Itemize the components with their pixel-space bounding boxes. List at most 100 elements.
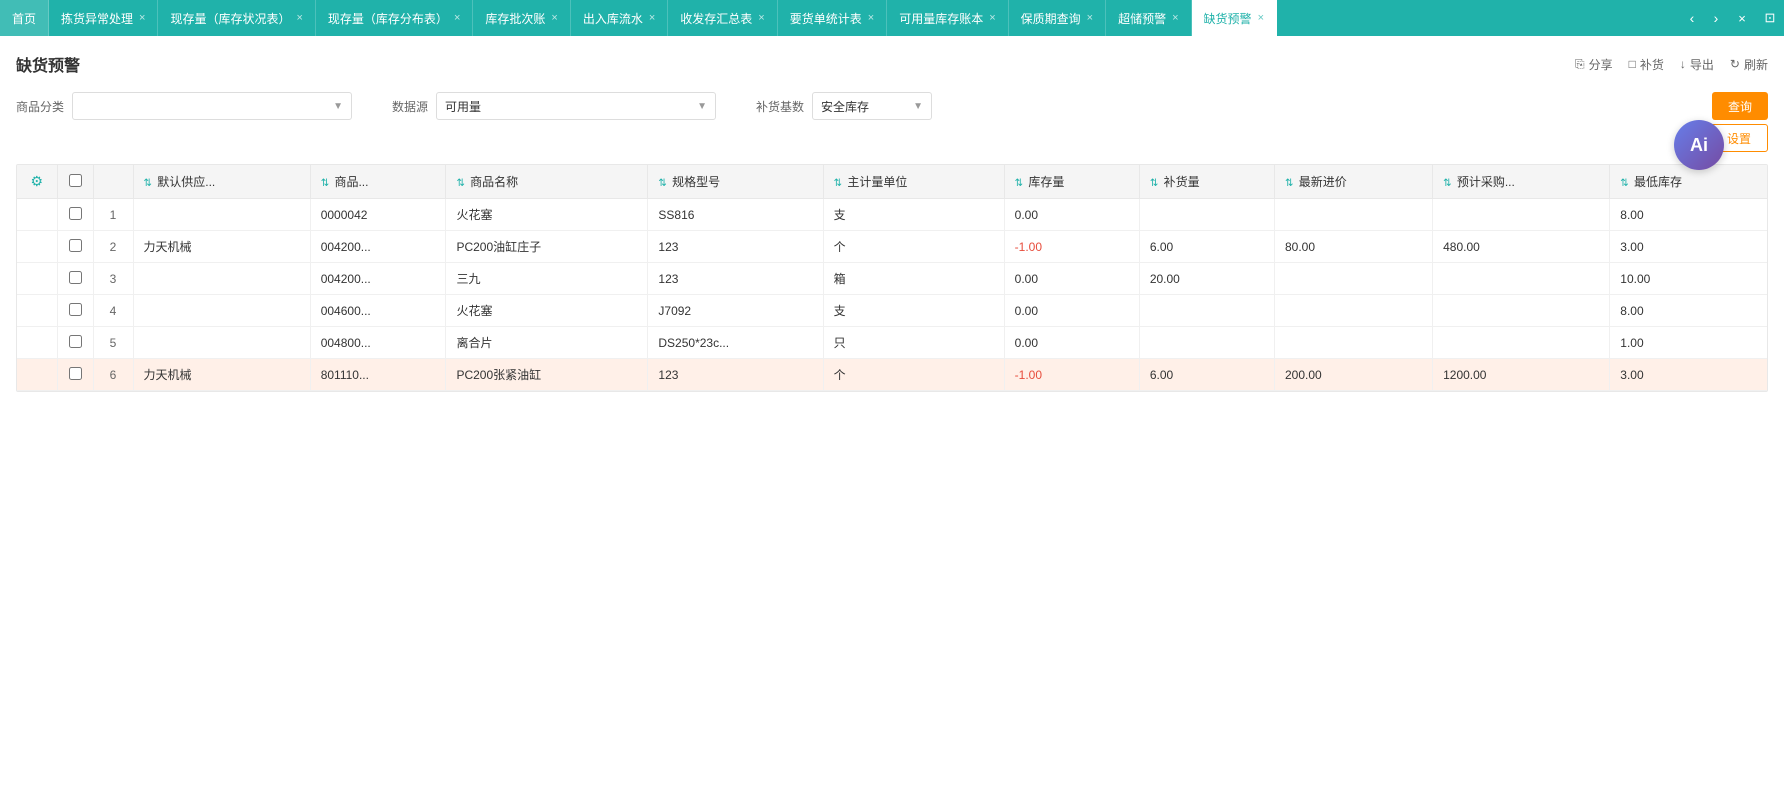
tab-close-receive[interactable]: × xyxy=(758,12,764,24)
th-unit[interactable]: ⇅ 主计量单位 xyxy=(823,165,1004,199)
row-check-2[interactable] xyxy=(57,263,93,295)
row-product-code-1: 004200... xyxy=(310,231,446,263)
row-min-stock-0: 8.00 xyxy=(1610,199,1767,231)
th-latest-price[interactable]: ⇅ 最新进价 xyxy=(1275,165,1433,199)
row-checkbox-0[interactable] xyxy=(69,207,82,220)
row-spec-5: 123 xyxy=(648,359,823,391)
tab-close-stock-dist[interactable]: × xyxy=(454,12,460,24)
tab-stock-dist[interactable]: 现存量（库存分布表） × xyxy=(316,0,473,36)
th-replenish[interactable]: ⇅ 补货量 xyxy=(1139,165,1274,199)
row-latest-price-3 xyxy=(1275,295,1433,327)
th-supplier[interactable]: ⇅ 默认供应... xyxy=(133,165,310,199)
category-filter-group: 商品分类 ▼ xyxy=(16,92,352,120)
tab-expand-btn[interactable]: ⊡ xyxy=(1756,0,1784,36)
row-supplier-0 xyxy=(133,199,310,231)
tab-close-expiry[interactable]: × xyxy=(1087,12,1093,24)
share-action[interactable]: ⎘ 分享 xyxy=(1575,56,1613,73)
row-replenish-2: 20.00 xyxy=(1139,263,1274,295)
tab-shortage[interactable]: 缺货预警 × xyxy=(1192,0,1277,36)
row-est-purchase-2 xyxy=(1433,263,1610,295)
row-num-3: 4 xyxy=(93,295,133,327)
table-row: 2 力天机械 004200... PC200油缸庄子 123 个 -1.00 6… xyxy=(17,231,1767,263)
data-table-container: ⚙ ⇅ 默认供应... ⇅ 商品... ⇅ xyxy=(16,164,1768,392)
select-all-checkbox[interactable] xyxy=(69,174,82,187)
row-unit-4: 只 xyxy=(823,327,1004,359)
tab-overstock[interactable]: 超储预警 × xyxy=(1106,0,1191,36)
row-check-5[interactable] xyxy=(57,359,93,391)
row-replenish-4 xyxy=(1139,327,1274,359)
tab-close-order-stats[interactable]: × xyxy=(868,12,874,24)
row-checkbox-4[interactable] xyxy=(69,335,82,348)
tab-home[interactable]: 首页 xyxy=(0,0,49,36)
tab-close-shortage[interactable]: × xyxy=(1258,12,1264,24)
row-check-4[interactable] xyxy=(57,327,93,359)
th-product-code[interactable]: ⇅ 商品... xyxy=(310,165,446,199)
row-settings-2 xyxy=(17,263,57,295)
replenish-base-select[interactable]: 安全库存 ▼ xyxy=(812,92,932,120)
datasource-label: 数据源 xyxy=(392,98,428,115)
tab-close-inout[interactable]: × xyxy=(649,12,655,24)
datasource-select[interactable]: 可用量 ▼ xyxy=(436,92,716,120)
ai-assistant-button[interactable]: Ai xyxy=(1674,120,1724,170)
tab-inout[interactable]: 出入库流水 × xyxy=(571,0,668,36)
settings-icon[interactable]: ⚙ xyxy=(30,173,43,189)
tab-close-stock-status[interactable]: × xyxy=(296,12,302,24)
row-checkbox-5[interactable] xyxy=(69,367,82,380)
row-checkbox-2[interactable] xyxy=(69,271,82,284)
row-check-0[interactable] xyxy=(57,199,93,231)
sort-icon-replenish: ⇅ xyxy=(1150,178,1158,189)
replenish-action[interactable]: □ 补货 xyxy=(1629,56,1664,73)
tab-order-stats[interactable]: 要货单统计表 × xyxy=(778,0,887,36)
tab-close-batch[interactable]: × xyxy=(551,12,557,24)
th-settings[interactable]: ⚙ xyxy=(17,165,57,199)
row-settings-3 xyxy=(17,295,57,327)
row-product-code-3: 004600... xyxy=(310,295,446,327)
table-row: 5 004800... 离合片 DS250*23c... 只 0.00 1.00 xyxy=(17,327,1767,359)
th-product-name[interactable]: ⇅ 商品名称 xyxy=(446,165,648,199)
row-spec-1: 123 xyxy=(648,231,823,263)
tab-prev-btn[interactable]: ‹ xyxy=(1680,0,1704,36)
header-actions: ⎘ 分享 □ 补货 ↓ 导出 ↻ 刷新 xyxy=(1575,56,1768,73)
row-num-2: 3 xyxy=(93,263,133,295)
row-stock-3: 0.00 xyxy=(1004,295,1139,327)
th-min-stock[interactable]: ⇅ 最低库存 xyxy=(1610,165,1767,199)
row-product-code-5: 801110... xyxy=(310,359,446,391)
sort-icon-est-purchase: ⇅ xyxy=(1443,178,1451,189)
row-stock-1: -1.00 xyxy=(1004,231,1139,263)
tab-close-abnormal[interactable]: × xyxy=(139,12,145,24)
th-est-purchase[interactable]: ⇅ 预计采购... xyxy=(1433,165,1610,199)
data-table: ⚙ ⇅ 默认供应... ⇅ 商品... ⇅ xyxy=(17,165,1767,391)
tab-batch[interactable]: 库存批次账 × xyxy=(473,0,570,36)
tab-close-all-btn[interactable]: × xyxy=(1728,0,1756,36)
row-unit-1: 个 xyxy=(823,231,1004,263)
row-min-stock-2: 10.00 xyxy=(1610,263,1767,295)
row-min-stock-1: 3.00 xyxy=(1610,231,1767,263)
row-check-1[interactable] xyxy=(57,231,93,263)
tab-next-btn[interactable]: › xyxy=(1704,0,1728,36)
row-num-0: 1 xyxy=(93,199,133,231)
export-action[interactable]: ↓ 导出 xyxy=(1680,56,1714,73)
row-product-code-0: 0000042 xyxy=(310,199,446,231)
tab-abnormal[interactable]: 拣货异常处理 × xyxy=(49,0,158,36)
tab-close-avail-ledger[interactable]: × xyxy=(989,12,995,24)
row-checkbox-1[interactable] xyxy=(69,239,82,252)
row-product-name-0: 火花塞 xyxy=(446,199,648,231)
query-button[interactable]: 查询 xyxy=(1712,92,1768,120)
refresh-action[interactable]: ↻ 刷新 xyxy=(1730,56,1768,73)
row-check-3[interactable] xyxy=(57,295,93,327)
category-select[interactable]: ▼ xyxy=(72,92,352,120)
row-est-purchase-0 xyxy=(1433,199,1610,231)
th-spec[interactable]: ⇅ 规格型号 xyxy=(648,165,823,199)
row-latest-price-4 xyxy=(1275,327,1433,359)
tab-receive[interactable]: 收发存汇总表 × xyxy=(668,0,777,36)
row-supplier-5: 力天机械 xyxy=(133,359,310,391)
sort-icon-unit: ⇅ xyxy=(834,178,842,189)
datasource-filter-group: 数据源 可用量 ▼ xyxy=(392,92,716,120)
tab-expiry[interactable]: 保质期查询 × xyxy=(1009,0,1106,36)
tab-close-overstock[interactable]: × xyxy=(1172,12,1178,24)
row-product-name-2: 三九 xyxy=(446,263,648,295)
row-checkbox-3[interactable] xyxy=(69,303,82,316)
tab-stock-status[interactable]: 现存量（库存状况表） × xyxy=(158,0,315,36)
th-stock[interactable]: ⇅ 库存量 xyxy=(1004,165,1139,199)
tab-avail-ledger[interactable]: 可用量库存账本 × xyxy=(887,0,1008,36)
